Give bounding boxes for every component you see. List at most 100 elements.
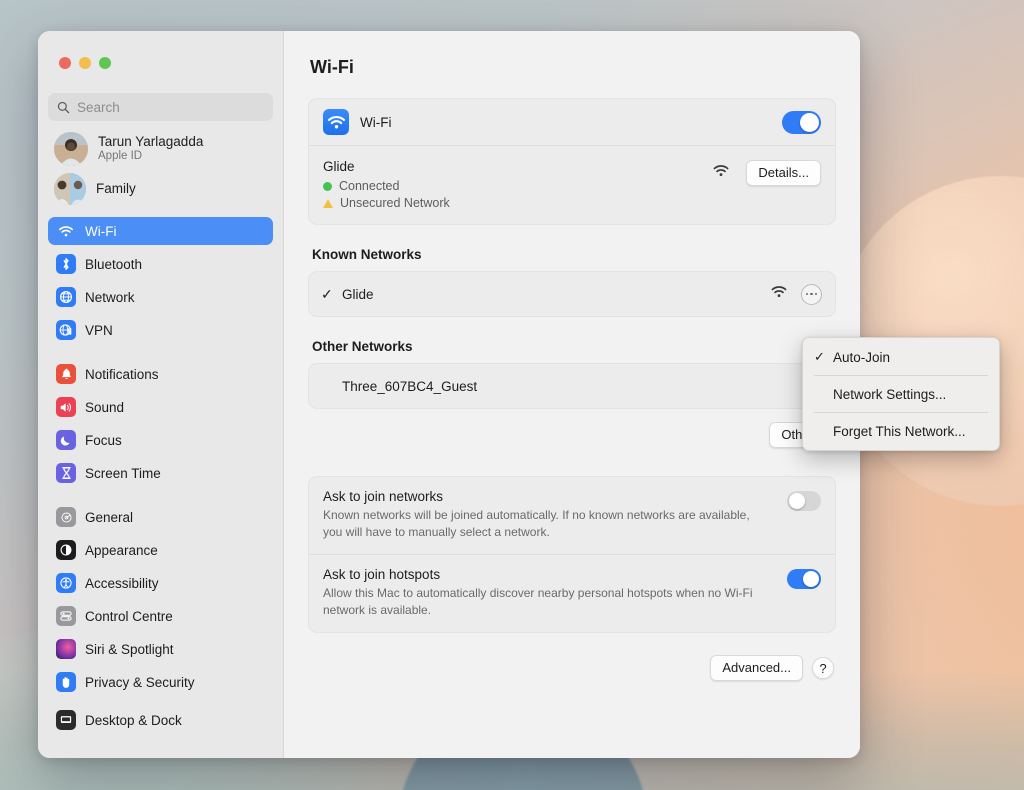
- content-pane: Wi-Fi Wi-Fi: [284, 31, 860, 758]
- sidebar-item-wi-fi[interactable]: Wi-Fi: [48, 217, 273, 245]
- search-placeholder: Search: [77, 100, 120, 115]
- search-input[interactable]: Search: [48, 93, 273, 121]
- moon-icon: [56, 430, 76, 450]
- checkmark-icon: ✓: [321, 286, 336, 303]
- preferences-card: Ask to join networks Known networks will…: [308, 476, 836, 633]
- known-networks-heading: Known Networks: [312, 247, 836, 262]
- hand-icon: [56, 672, 76, 692]
- sidebar-item-desktop-dock[interactable]: Desktop & Dock: [48, 706, 273, 734]
- details-button[interactable]: Details...: [746, 160, 821, 186]
- known-networks-card: ✓ Glide: [308, 271, 836, 317]
- wifi-toggle[interactable]: [782, 111, 821, 134]
- network-context-menu: ✓ Auto-Join Network Settings... Forget T…: [802, 337, 1000, 451]
- bell-icon: [56, 364, 76, 384]
- page-title: Wi-Fi: [310, 57, 836, 78]
- sidebar-item-focus[interactable]: Focus: [48, 426, 273, 454]
- sidebar-item-label: Focus: [85, 433, 122, 448]
- sidebar-item-label: Privacy & Security: [85, 675, 195, 690]
- sidebar-item-accessibility[interactable]: Accessibility: [48, 569, 273, 597]
- sidebar-group-system: General Appearance: [48, 503, 273, 734]
- wifi-signal-icon: [771, 285, 787, 303]
- current-network-block: Glide Connected Unsecured Network: [309, 145, 835, 224]
- siri-icon: [56, 639, 76, 659]
- pref-ask-to-join-hotspots: Ask to join hotspots Allow this Mac to a…: [309, 554, 835, 632]
- globe-icon: [56, 287, 76, 307]
- status-security-label: Unsecured Network: [340, 196, 450, 210]
- ask-to-join-networks-toggle[interactable]: [787, 491, 821, 511]
- ask-to-join-hotspots-toggle[interactable]: [787, 569, 821, 589]
- sidebar-item-apple-id[interactable]: Tarun Yarlagadda Apple ID: [48, 127, 273, 171]
- sidebar-item-notifications[interactable]: Notifications: [48, 360, 273, 388]
- sidebar-item-label: VPN: [85, 323, 113, 338]
- family-avatar: [54, 173, 86, 205]
- wifi-signal-icon: [713, 164, 729, 182]
- sidebar-item-label: Control Centre: [85, 609, 173, 624]
- desktop-wallpaper: Search Tarun Yarlagadda Apple ID: [0, 0, 1024, 790]
- account-subtitle: Apple ID: [98, 150, 203, 164]
- sidebar-item-general[interactable]: General: [48, 503, 273, 531]
- pref-description: Allow this Mac to automatically discover…: [323, 585, 765, 619]
- advanced-button[interactable]: Advanced...: [710, 655, 803, 681]
- sidebar-item-screen-time[interactable]: Screen Time: [48, 459, 273, 487]
- table-row[interactable]: Three_607BC4_Guest: [309, 364, 835, 408]
- account-name: Tarun Yarlagadda: [98, 134, 203, 150]
- sidebar-item-label: General: [85, 510, 133, 525]
- ellipsis-icon[interactable]: [801, 284, 822, 305]
- other-networks-card: Three_607BC4_Guest: [308, 363, 836, 409]
- speaker-icon: [56, 397, 76, 417]
- menu-item-network-settings[interactable]: Network Settings...: [803, 380, 999, 408]
- current-network-status-security: Unsecured Network: [323, 196, 450, 210]
- pref-ask-to-join-networks: Ask to join networks Known networks will…: [309, 477, 835, 554]
- sidebar-item-vpn[interactable]: VPN: [48, 316, 273, 344]
- sidebar-item-network[interactable]: Network: [48, 283, 273, 311]
- sidebar-item-bluetooth[interactable]: Bluetooth: [48, 250, 273, 278]
- help-button[interactable]: ?: [812, 657, 834, 679]
- sidebar-item-label: Network: [85, 290, 135, 305]
- vpn-icon: [56, 320, 76, 340]
- menu-item-label: Network Settings...: [833, 387, 946, 402]
- sidebar-item-label: Sound: [85, 400, 124, 415]
- minimize-button[interactable]: [79, 57, 91, 69]
- warning-triangle-icon: [323, 199, 333, 208]
- sidebar-item-family[interactable]: Family: [48, 171, 273, 207]
- wifi-icon: [323, 109, 349, 135]
- sidebar-item-siri-spotlight[interactable]: Siri & Spotlight: [48, 635, 273, 663]
- pref-title: Ask to join networks: [323, 489, 765, 504]
- bluetooth-icon: [56, 254, 76, 274]
- other-button-row: Other...: [308, 422, 836, 448]
- sidebar-item-label: Appearance: [85, 543, 158, 558]
- menu-item-label: Forget This Network...: [833, 424, 966, 439]
- zoom-button[interactable]: [99, 57, 111, 69]
- checkmark-icon: ✓: [814, 349, 827, 365]
- menu-item-forget-this-network[interactable]: Forget This Network...: [803, 417, 999, 445]
- current-network-info: Glide Connected Unsecured Network: [323, 159, 450, 210]
- current-network-name: Glide: [323, 159, 450, 174]
- sidebar-item-control-centre[interactable]: Control Centre: [48, 602, 273, 630]
- gear-icon: [56, 507, 76, 527]
- menu-separator: [814, 412, 988, 413]
- wifi-icon: [56, 221, 76, 241]
- status-dot-icon: [323, 182, 332, 191]
- close-button[interactable]: [59, 57, 71, 69]
- sidebar-item-appearance[interactable]: Appearance: [48, 536, 273, 564]
- window-controls: [48, 31, 273, 83]
- menu-item-auto-join[interactable]: ✓ Auto-Join: [803, 343, 999, 371]
- sidebar-item-label: Notifications: [85, 367, 159, 382]
- menu-item-label: Auto-Join: [833, 350, 890, 365]
- desktop-dock-icon: [56, 710, 76, 730]
- sidebar-item-label: Wi-Fi: [85, 224, 116, 239]
- other-network-name: Three_607BC4_Guest: [342, 379, 477, 394]
- wifi-card: Wi-Fi Glide Connected Unsecured Network: [308, 98, 836, 225]
- pref-title: Ask to join hotspots: [323, 567, 765, 582]
- sidebar-item-label: Accessibility: [85, 576, 159, 591]
- sidebar-item-privacy-security[interactable]: Privacy & Security: [48, 668, 273, 696]
- avatar: [54, 132, 88, 166]
- sidebar-item-label: Screen Time: [85, 466, 161, 481]
- menu-separator: [814, 375, 988, 376]
- table-row[interactable]: ✓ Glide: [309, 272, 835, 316]
- wifi-row-label: Wi-Fi: [360, 115, 391, 130]
- wifi-toggle-row: Wi-Fi: [309, 99, 835, 145]
- sidebar-item-sound[interactable]: Sound: [48, 393, 273, 421]
- sidebar-group-alerts: Notifications Sound: [48, 360, 273, 487]
- accessibility-icon: [56, 573, 76, 593]
